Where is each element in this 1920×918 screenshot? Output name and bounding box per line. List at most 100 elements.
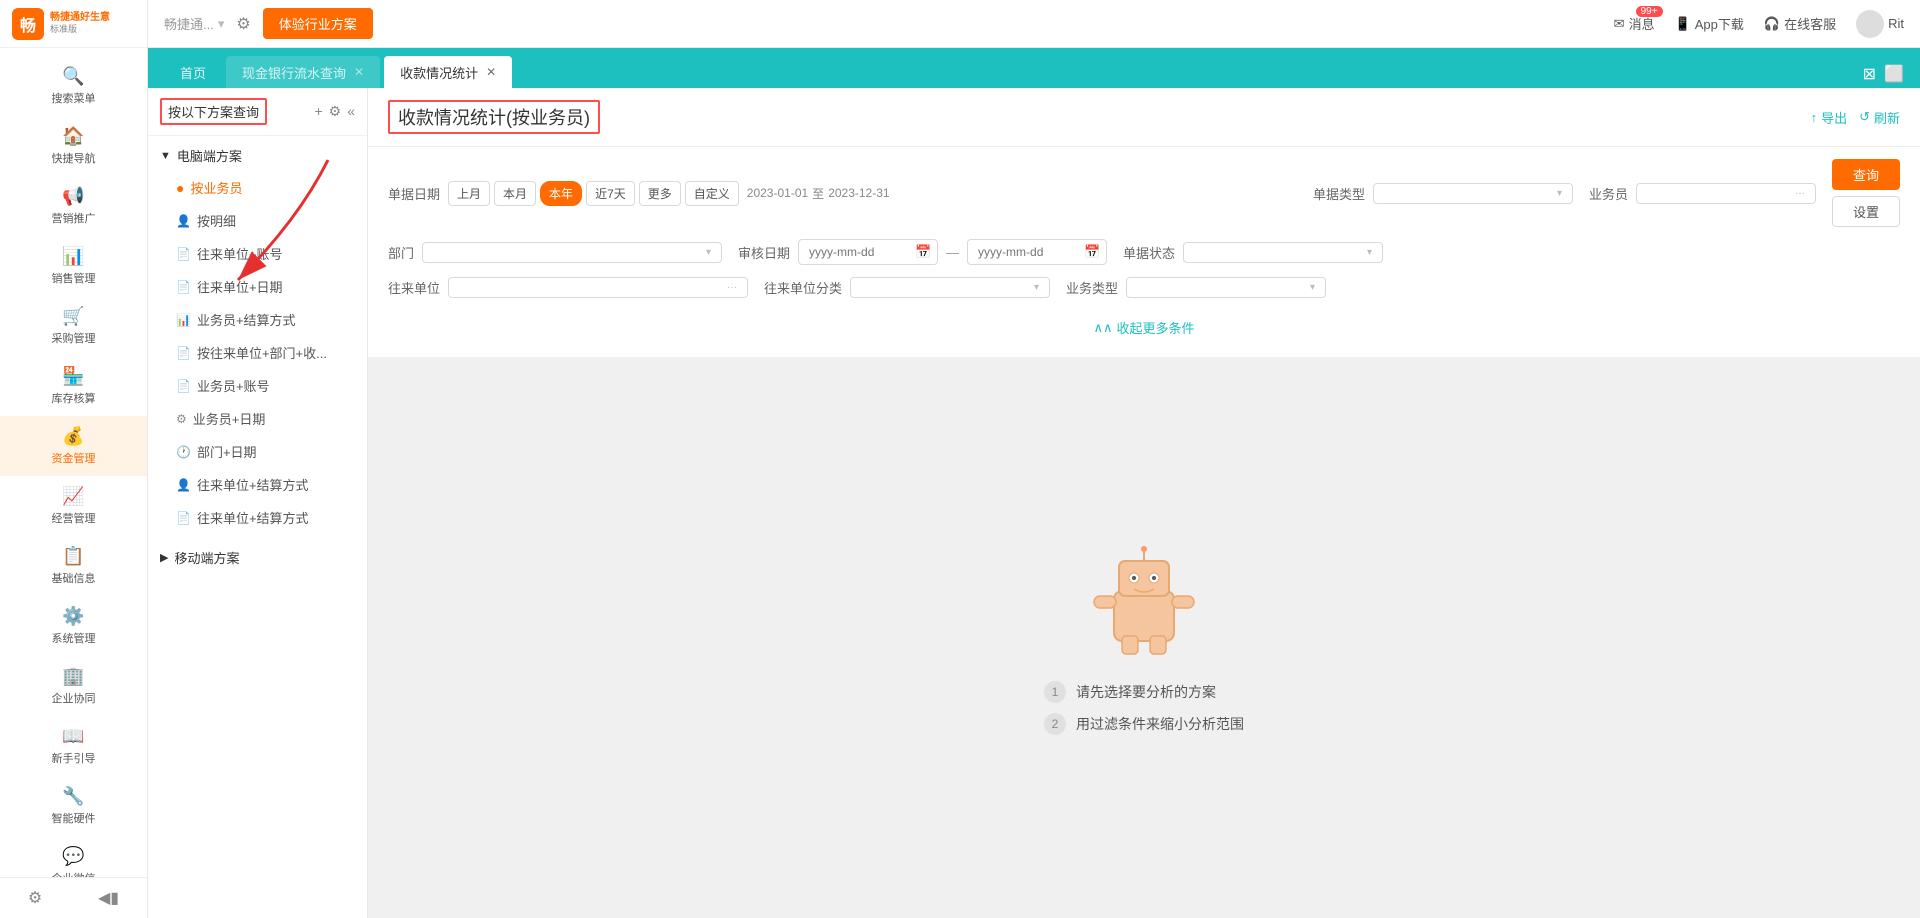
sidebar-item-inventory[interactable]: 🏪 库存核算 [0,356,147,416]
app-download-button[interactable]: 📱 App下载 [1675,14,1744,33]
empty-step-1: 1 请先选择要分析的方案 [1044,681,1244,703]
scheme-item-by-detail[interactable]: 👤 按明细 [148,204,367,237]
sidebar-item-search[interactable]: 🔍 搜索菜单 [0,56,147,116]
setting-button[interactable]: 设置 [1832,196,1900,227]
filter-doc-type-label: 单据类型 [1313,184,1365,203]
scheme-item-by-partner-dept[interactable]: 📄 按往来单位+部门+收... [148,336,367,369]
calendar-end-icon: 📅 [1084,244,1100,260]
header-settings-icon[interactable]: ⚙ [236,14,250,34]
tab-collection-stats-close[interactable]: ✕ [486,65,496,79]
scheme-settings-button[interactable]: ⚙ [329,103,342,120]
scheme-group-desktop-header[interactable]: ▼ 电脑端方案 [148,140,367,171]
filter-partner-item: 往来单位 ··· [388,277,748,298]
filter-review-date-start[interactable]: 📅 [798,239,938,265]
date-btn-this-month[interactable]: 本月 [494,181,536,206]
tab-maximize-button[interactable]: ⬜ [1884,64,1904,84]
step-2-number: 2 [1044,713,1066,735]
sidebar-item-system[interactable]: ⚙️ 系统管理 [0,596,147,656]
sidebar-item-sales[interactable]: 📊 销售管理 [0,236,147,296]
scheme-panel-actions: + ⚙ « [314,103,355,120]
sidebar-collapse-button[interactable]: ◀▮ [98,888,119,908]
scheme-group-mobile-header[interactable]: ▶ 移动端方案 [148,542,367,573]
tab-bank-flow-close[interactable]: ✕ [354,65,364,79]
filter-partner-select[interactable]: ··· [448,277,748,298]
filter-dept-label: 部门 [388,243,414,262]
scheme-item-salesperson-account[interactable]: 📄 业务员+账号 [148,369,367,402]
refresh-button[interactable]: ↺ 刷新 [1859,108,1900,127]
filter-partner-classify-label: 往来单位分类 [764,278,842,297]
scheme-panel: 按以下方案查询 + ⚙ « ▼ 电脑端方案 ● 按业 [148,88,368,918]
filter-row-2: 部门 ▾ 审核日期 📅 — [388,239,1900,265]
scheme-trial-button[interactable]: 体验行业方案 [263,8,373,39]
tab-bank-flow[interactable]: 现金银行流水查询 ✕ [226,56,380,88]
scheme-group-mobile-expand-icon: ▶ [160,551,168,564]
page-title: 收款情况统计(按业务员) [388,100,600,134]
empty-steps: 1 请先选择要分析的方案 2 用过滤条件来缩小分析范围 [1044,681,1244,735]
system-icon: ⚙️ [62,606,84,627]
scheme-item-salesperson-date[interactable]: ⚙ 业务员+日期 [148,402,367,435]
sidebar-item-wechat[interactable]: 💬 企业微信 [0,836,147,877]
purchase-icon: 🛒 [62,306,84,327]
sidebar-item-purchase[interactable]: 🛒 采购管理 [0,296,147,356]
tab-collection-stats[interactable]: 收款情况统计 ✕ [384,56,512,88]
filter-salesperson-item: 业务员 ··· [1589,183,1816,204]
breadcrumb: 畅捷通... ▾ [164,14,224,33]
sidebar-item-enterprise[interactable]: 🏢 企业协同 [0,656,147,716]
sidebar-item-quick-nav[interactable]: 🏠 快捷导航 [0,116,147,176]
sales-icon: 📊 [62,246,84,267]
filter-partner-classify-item: 往来单位分类 ▾ [764,277,1050,298]
date-btn-last-7-days[interactable]: 近7天 [586,181,635,206]
sidebar-item-hardware[interactable]: 🔧 智能硬件 [0,776,147,836]
filter-salesperson-select[interactable]: ··· [1636,183,1816,204]
scheme-collapse-button[interactable]: « [347,103,355,120]
tab-home[interactable]: 首页 [164,56,222,88]
sidebar-item-basic-info[interactable]: 📋 基础信息 [0,536,147,596]
filter-review-date-label: 审核日期 [738,243,790,262]
collapse-more-button[interactable]: ∧∧ 收起更多条件 [388,310,1900,345]
export-button[interactable]: ↑ 导出 [1811,108,1848,127]
filter-partner-classify-select[interactable]: ▾ [850,277,1050,298]
scheme-item-partner-settlement2[interactable]: 📄 往来单位+结算方式 [148,501,367,534]
scheme-item-by-salesperson[interactable]: ● 按业务员 [148,171,367,204]
scheme-item-partner-account[interactable]: 📄 往来单位+账号 [148,237,367,270]
date-btn-last-month[interactable]: 上月 [448,181,490,206]
filter-biz-type-select[interactable]: ▾ [1126,277,1326,298]
scheme-item-partner-date[interactable]: 📄 往来单位+日期 [148,270,367,303]
filter-doc-status-select[interactable]: ▾ [1183,242,1383,263]
user-area[interactable]: Rit [1856,10,1904,38]
date-range-display: 2023-01-01 至 2023-12-31 [747,185,890,202]
tab-restore-button[interactable]: ⊠ [1863,64,1876,84]
filter-partner-label: 往来单位 [388,278,440,297]
sidebar-item-marketing[interactable]: 📢 营销推广 [0,176,147,236]
date-btn-more[interactable]: 更多 [639,181,681,206]
scheme-items-desktop: ● 按业务员 👤 按明细 📄 往来单位+账号 📄 [148,171,367,534]
scheme-item-partner-settlement1[interactable]: 👤 往来单位+结算方式 [148,468,367,501]
filter-doc-type-select[interactable]: ▾ [1373,183,1573,204]
review-date-start-input[interactable] [809,245,909,259]
filter-dept-select[interactable]: ▾ [422,242,722,263]
download-icon: 📱 [1675,16,1691,32]
messages-button[interactable]: ✉ 消息 99+ [1614,14,1655,33]
search-icon: 🔍 [62,66,84,87]
partner-ellipsis[interactable]: ··· [727,282,737,293]
page-header: 收款情况统计(按业务员) ↑ 导出 ↺ 刷新 [368,88,1920,147]
sidebar-item-guide[interactable]: 📖 新手引导 [0,716,147,776]
online-service-button[interactable]: 🎧 在线客服 [1764,14,1836,33]
scheme-item-dept-date[interactable]: 🕐 部门+日期 [148,435,367,468]
filter-review-date-end[interactable]: 📅 [967,239,1107,265]
scheme-item-detail-icon: 👤 [176,214,191,228]
empty-illustration [1084,541,1204,661]
query-button[interactable]: 查询 [1832,159,1900,190]
date-btn-this-year[interactable]: 本年 [540,181,582,206]
scheme-panel-header: 按以下方案查询 + ⚙ « [148,88,367,136]
sidebar-settings-button[interactable]: ⚙ [28,888,42,908]
sidebar-logo: 畅 畅捷通好生意 标准版 [0,0,147,48]
filter-biz-type-label: 业务类型 [1066,278,1118,297]
scheme-add-button[interactable]: + [314,103,322,120]
scheme-item-salesperson-settlement[interactable]: 📊 业务员+结算方式 [148,303,367,336]
review-date-end-input[interactable] [978,245,1078,259]
date-btn-custom[interactable]: 自定义 [685,181,739,206]
sidebar-item-finance[interactable]: 💰 资金管理 [0,416,147,476]
sidebar-item-operations[interactable]: 📈 经营管理 [0,476,147,536]
filter-date-group: 上月 本月 本年 近7天 更多 自定义 [448,181,739,206]
